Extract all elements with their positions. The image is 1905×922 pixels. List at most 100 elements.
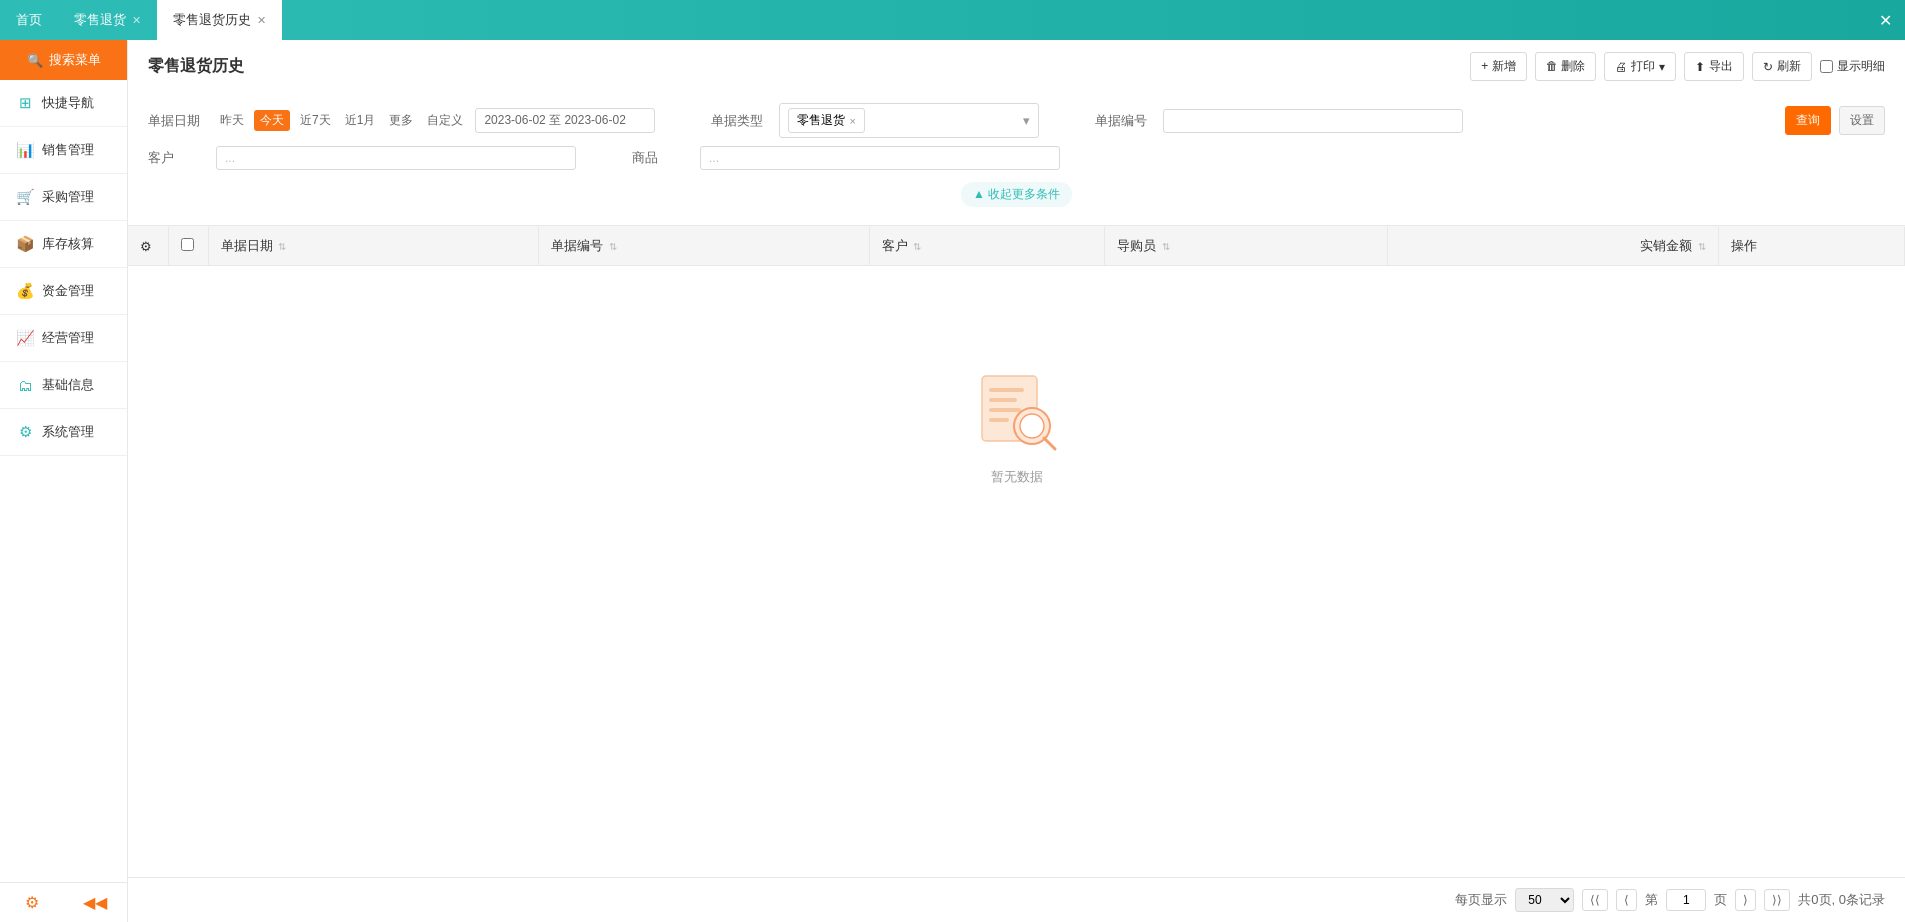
- date-options: 昨天 今天 近7天 近1月 更多 自定义: [216, 110, 467, 131]
- sidebar-item-inventory[interactable]: 📦库存核算: [0, 221, 127, 268]
- th-customer[interactable]: 客户 ⇅: [869, 227, 1105, 266]
- svg-rect-1: [989, 388, 1024, 392]
- date-option-last1m[interactable]: 近1月: [341, 110, 380, 131]
- window-close-button[interactable]: ✕: [1865, 0, 1905, 40]
- sys-mgmt-icon: ⚙: [16, 423, 34, 441]
- filter-goods-select[interactable]: ...: [700, 146, 1060, 170]
- tab-list: 首页 零售退货 ✕ 零售退货历史 ✕: [0, 0, 1865, 40]
- sidebar-bottom: ⚙ ◀◀: [0, 882, 127, 922]
- page-title: 零售退货历史: [148, 56, 244, 77]
- base-info-icon: 🗂: [16, 376, 34, 394]
- new-button[interactable]: + 新增: [1470, 52, 1526, 81]
- sidebar-menu: ⊞ 快捷导航 📊销售管理 🛒 采购管理 📦库存核算💰资金管理📈经营管理🗂基础信息 ⚙ 系统管理: [0, 80, 127, 882]
- th-guide[interactable]: 导购员 ⇅: [1105, 227, 1388, 266]
- date-range-display[interactable]: 2023-06-02 至 2023-06-02: [475, 108, 655, 133]
- first-page-button[interactable]: ⟨⟨: [1582, 889, 1608, 911]
- filter-row-2: 客户 ... 商品 ...: [148, 146, 1885, 170]
- refresh-icon: ↻: [1763, 60, 1773, 74]
- sidebar-audio-button[interactable]: ◀◀: [64, 883, 128, 922]
- tab-home[interactable]: 首页: [0, 0, 58, 40]
- purchase-mgmt-icon: 🛒: [16, 188, 34, 206]
- search-menu-button[interactable]: 🔍 搜索菜单: [0, 40, 127, 80]
- date-option-custom[interactable]: 自定义: [423, 110, 467, 131]
- show-detail-input[interactable]: [1820, 60, 1833, 73]
- page-size-label: 每页显示: [1455, 891, 1507, 909]
- tab-retail-return[interactable]: 零售退货 ✕: [58, 0, 157, 40]
- settings-filter-button[interactable]: 设置: [1839, 106, 1885, 135]
- th-doc-no[interactable]: 单据编号 ⇅: [539, 227, 870, 266]
- sidebar-item-operations[interactable]: 📈经营管理: [0, 315, 127, 362]
- filter-doc-no-input[interactable]: [1163, 109, 1463, 133]
- sales-mgmt-icon: 📊: [16, 141, 34, 159]
- filter-doc-type-tag-value: 零售退货: [797, 112, 845, 129]
- filter-goods-label: 商品: [632, 149, 692, 167]
- sidebar-item-quick-nav[interactable]: ⊞ 快捷导航: [0, 80, 127, 127]
- sort-arrows-amount: ⇅: [1698, 241, 1706, 252]
- print-button[interactable]: 🖨 打印 ▾: [1604, 52, 1676, 81]
- show-detail-label: 显示明细: [1837, 58, 1885, 75]
- next-page-button[interactable]: ⟩: [1735, 889, 1756, 911]
- filter-customer-select[interactable]: ...: [216, 146, 576, 170]
- th-checkbox[interactable]: [168, 227, 208, 266]
- th-doc-date[interactable]: 单据日期 ⇅: [208, 227, 539, 266]
- page-unit: 页: [1714, 891, 1727, 909]
- quick-nav-icon: ⊞: [16, 94, 34, 112]
- tab-retail-return-history-label: 零售退货历史: [173, 11, 251, 29]
- sidebar-item-sales-mgmt[interactable]: 📊销售管理: [0, 127, 127, 174]
- print-label: 打印: [1631, 58, 1655, 75]
- query-button[interactable]: 查询: [1785, 106, 1831, 135]
- doc-type-chevron-icon: ▾: [1023, 113, 1030, 128]
- svg-rect-4: [989, 418, 1009, 422]
- sidebar-settings-button[interactable]: ⚙: [0, 883, 64, 922]
- filter-row-1: 单据日期 昨天 今天 近7天 近1月 更多 自定义 2023-06-02 至 2…: [148, 103, 1885, 138]
- sys-mgmt-label: 系统管理: [42, 423, 94, 441]
- tab-retail-return-history[interactable]: 零售退货历史 ✕: [157, 0, 282, 40]
- sidebar-item-sys-mgmt[interactable]: ⚙ 系统管理: [0, 409, 127, 456]
- export-button[interactable]: ⬆ 导出: [1684, 52, 1744, 81]
- filter-doc-type-select[interactable]: 零售退货 × ▾: [779, 103, 1039, 138]
- show-detail-checkbox[interactable]: 显示明细: [1820, 58, 1885, 75]
- export-label: 导出: [1709, 58, 1733, 75]
- purchase-mgmt-label: 采购管理: [42, 188, 94, 206]
- th-doc-no-label: 单据编号: [551, 238, 603, 253]
- page-size-select[interactable]: 50 10 20 100: [1515, 888, 1574, 912]
- print-icon: 🖨: [1615, 60, 1627, 74]
- collapse-button[interactable]: ▲ 收起更多条件: [961, 182, 1072, 207]
- quick-nav-label: 快捷导航: [42, 94, 94, 112]
- filter-doc-type-tag-close[interactable]: ×: [849, 115, 855, 127]
- top-bar: 首页 零售退货 ✕ 零售退货历史 ✕ ✕: [0, 0, 1905, 40]
- empty-state: 暂无数据: [128, 266, 1905, 586]
- th-gear[interactable]: ⚙: [128, 227, 168, 266]
- sidebar-item-base-info[interactable]: 🗂基础信息: [0, 362, 127, 409]
- sort-arrows-doc-date: ⇅: [278, 241, 286, 252]
- sidebar: 🔍 搜索菜单 ⊞ 快捷导航 📊销售管理 🛒 采购管理 📦库存核算💰资金管理📈经营管理🗂基础…: [0, 40, 128, 922]
- last-page-button[interactable]: ⟩⟩: [1764, 889, 1790, 911]
- svg-rect-2: [989, 398, 1017, 402]
- page-input[interactable]: [1666, 889, 1706, 911]
- finance-label: 资金管理: [42, 282, 94, 300]
- print-chevron-icon: ▾: [1659, 60, 1665, 74]
- tab-retail-return-history-close[interactable]: ✕: [257, 14, 266, 27]
- date-option-last7[interactable]: 近7天: [296, 110, 335, 131]
- tab-retail-return-close[interactable]: ✕: [132, 14, 141, 27]
- sidebar-item-purchase-mgmt[interactable]: 🛒 采购管理: [0, 174, 127, 221]
- filter-customer-placeholder: ...: [225, 151, 235, 165]
- th-amount[interactable]: 实销金额 ⇅: [1388, 227, 1719, 266]
- empty-text: 暂无数据: [991, 468, 1043, 486]
- select-all-checkbox[interactable]: [181, 238, 194, 251]
- toolbar: + 新增 🗑 删除 🖨 打印 ▾ ⬆ 导出 ↻ 刷新: [1470, 52, 1885, 81]
- inventory-icon: 📦: [16, 235, 34, 253]
- date-option-more[interactable]: 更多: [385, 110, 417, 131]
- app-layout: 🔍 搜索菜单 ⊞ 快捷导航 📊销售管理 🛒 采购管理 📦库存核算💰资金管理📈经营管理🗂基础…: [0, 40, 1905, 922]
- refresh-button[interactable]: ↻ 刷新: [1752, 52, 1812, 81]
- date-option-today[interactable]: 今天: [254, 110, 290, 131]
- delete-button[interactable]: 🗑 删除: [1535, 52, 1596, 81]
- filter-goods-placeholder: ...: [709, 151, 719, 165]
- prev-page-button[interactable]: ⟨: [1616, 889, 1637, 911]
- sort-arrows-guide: ⇅: [1162, 241, 1170, 252]
- filter-goods-item: 商品 ...: [632, 146, 1060, 170]
- page-label: 第: [1645, 891, 1658, 909]
- sidebar-item-finance[interactable]: 💰资金管理: [0, 268, 127, 315]
- total-info: 共0页, 0条记录: [1798, 891, 1885, 909]
- date-option-yesterday[interactable]: 昨天: [216, 110, 248, 131]
